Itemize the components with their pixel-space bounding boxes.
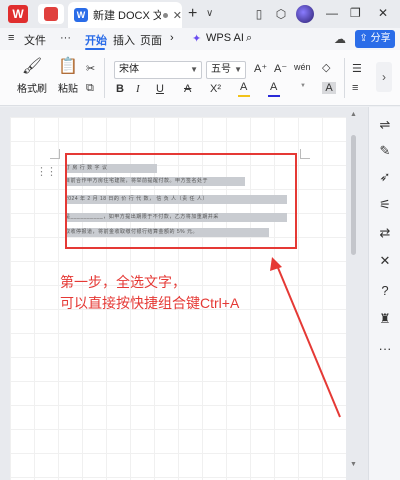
chevron-down-icon: ▼ bbox=[234, 65, 242, 74]
adjust-icon[interactable]: ⇌ bbox=[377, 117, 393, 133]
copy-icon[interactable]: ⧉ bbox=[86, 82, 94, 95]
shirt-icon[interactable]: ♜ bbox=[377, 311, 393, 327]
tab-home[interactable]: 开始 bbox=[85, 32, 107, 48]
document-page[interactable]: ⋮⋮ 订 房 行 数 字 议 目前合作甲方房住宅建院，将举前提醒付款。甲方签名处… bbox=[10, 117, 346, 480]
grow-font-button[interactable]: A⁺ bbox=[254, 62, 267, 75]
close-icon[interactable]: ✕ bbox=[378, 6, 388, 20]
wps-ai-icon[interactable]: ✦ bbox=[192, 32, 201, 45]
tools-icon[interactable]: ✕ bbox=[377, 253, 393, 269]
pdf-icon bbox=[44, 7, 58, 21]
format-painter-button[interactable]: 🖌 格式刷 bbox=[14, 56, 50, 95]
bold-button[interactable]: B bbox=[116, 83, 124, 95]
annotation-arrow bbox=[270, 257, 341, 418]
scroll-up-icon[interactable]: ▲ bbox=[350, 111, 357, 118]
sliders-icon[interactable]: ⚟ bbox=[377, 197, 393, 213]
font-color-button[interactable]: A bbox=[270, 81, 277, 93]
right-side-panel: ⇌ ✎ ➶ ⚟ ⇄ ✕ ? ♜ ··· bbox=[368, 107, 400, 480]
paste-button[interactable]: 📋 粘贴 bbox=[50, 56, 86, 95]
restore-icon[interactable]: ❐ bbox=[350, 6, 361, 20]
align-icon[interactable]: ≡ bbox=[352, 82, 358, 94]
toolbar-separator bbox=[104, 58, 105, 98]
pdf-tab[interactable] bbox=[38, 4, 64, 24]
toolbar-separator bbox=[344, 58, 345, 98]
help-icon[interactable]: ? bbox=[377, 283, 393, 299]
new-tab-button[interactable]: + bbox=[188, 5, 197, 23]
format-painter-label: 格式刷 bbox=[17, 84, 47, 95]
wps-logo-icon[interactable]: W bbox=[8, 5, 28, 23]
clipboard-icon: 📋 bbox=[58, 58, 78, 75]
more-menu[interactable]: ··· bbox=[60, 32, 71, 44]
cube-icon[interactable]: ⬡ bbox=[274, 7, 288, 21]
highlight-color-bar bbox=[238, 95, 250, 97]
chevron-down-icon: ▼ bbox=[190, 65, 198, 74]
document-tab-title: 新建 DOCX 文档 bbox=[92, 10, 161, 22]
title-bar: W W 新建 DOCX 文档 ✕ + ∨ ▯ ⬡ — ❐ ✕ bbox=[0, 0, 400, 28]
font-size-value: 五号 bbox=[211, 64, 231, 75]
highlight-button[interactable]: A bbox=[240, 81, 247, 93]
tab-document[interactable]: W 新建 DOCX 文档 ✕ bbox=[68, 2, 182, 28]
more-tabs-icon[interactable]: › bbox=[170, 32, 174, 44]
avatar[interactable] bbox=[296, 5, 314, 23]
strikethrough-button[interactable]: A bbox=[184, 83, 191, 95]
scroll-down-icon[interactable]: ▼ bbox=[350, 461, 357, 468]
list-icon[interactable]: ☰ bbox=[352, 62, 362, 75]
clear-format-icon[interactable]: ◇ bbox=[322, 61, 330, 74]
tab-close-icon[interactable]: ✕ bbox=[173, 9, 182, 22]
chevron-down-icon[interactable]: ▼ bbox=[300, 83, 306, 89]
cursor-icon[interactable]: ➶ bbox=[377, 169, 393, 185]
toolbar-scroll-right[interactable]: › bbox=[376, 62, 392, 92]
file-menu[interactable]: 文件 bbox=[24, 32, 46, 48]
font-size-select[interactable]: 五号 ▼ bbox=[206, 61, 246, 79]
font-color-bar bbox=[268, 95, 280, 97]
translate-icon[interactable]: ⇄ bbox=[377, 225, 393, 241]
unsaved-dot-icon bbox=[162, 12, 168, 18]
tab-list-dropdown[interactable]: ∨ bbox=[206, 8, 213, 19]
cloud-icon[interactable]: ☁ bbox=[334, 32, 346, 46]
sidebar-icon[interactable]: ▯ bbox=[252, 7, 266, 21]
font-name-value: 宋体 bbox=[119, 64, 139, 75]
wps-ai-tab[interactable]: WPS AI bbox=[206, 32, 244, 44]
home-toolbar: 🖌 格式刷 📋 粘贴 ✂ ⧉ 宋体 ▼ 五号 ▼ A⁺ A⁻ wén ◇ B I U… bbox=[0, 50, 400, 106]
scrollbar-thumb[interactable] bbox=[351, 135, 356, 255]
pen-icon[interactable]: ✎ bbox=[377, 143, 393, 159]
minimize-icon[interactable]: — bbox=[326, 6, 338, 20]
superscript-button[interactable]: X² bbox=[210, 83, 221, 95]
writer-doc-icon: W bbox=[74, 8, 88, 22]
more-icon[interactable]: ··· bbox=[377, 341, 393, 357]
tab-insert[interactable]: 插入 bbox=[113, 32, 135, 48]
phonetic-guide-button[interactable]: wén bbox=[294, 62, 311, 72]
ribbon-tab-row: ≡ 文件 ··· 开始 插入 页面 › ✦ WPS AI ⌕ ☁ ⇪ 分享 bbox=[0, 28, 400, 50]
tab-page[interactable]: 页面 bbox=[140, 32, 162, 48]
italic-button[interactable]: I bbox=[136, 83, 140, 95]
wps-writer-window: W W 新建 DOCX 文档 ✕ + ∨ ▯ ⬡ — ❐ ✕ ≡ 文件 ··· … bbox=[0, 0, 400, 480]
font-name-select[interactable]: 宋体 ▼ bbox=[114, 61, 202, 79]
vertical-scrollbar[interactable]: ▲ ▼ bbox=[350, 111, 358, 473]
brush-icon: 🖌 bbox=[21, 58, 43, 75]
paste-label: 粘贴 bbox=[58, 84, 78, 95]
menu-icon[interactable]: ≡ bbox=[8, 32, 14, 44]
document-workspace: ⋮⋮ 订 房 行 数 字 议 目前合作甲方房住宅建院，将举前提醒付款。甲方签名处… bbox=[0, 107, 368, 480]
arrow-shaft bbox=[275, 262, 341, 418]
arrow-head bbox=[270, 257, 282, 271]
share-button[interactable]: ⇪ 分享 bbox=[355, 30, 395, 48]
cut-icon[interactable]: ✂ bbox=[86, 62, 95, 75]
underline-button[interactable]: U bbox=[156, 83, 164, 95]
search-icon[interactable]: ⌕ bbox=[246, 32, 252, 45]
shrink-font-button[interactable]: A⁻ bbox=[274, 62, 287, 75]
char-shading-button[interactable]: A bbox=[322, 82, 336, 94]
